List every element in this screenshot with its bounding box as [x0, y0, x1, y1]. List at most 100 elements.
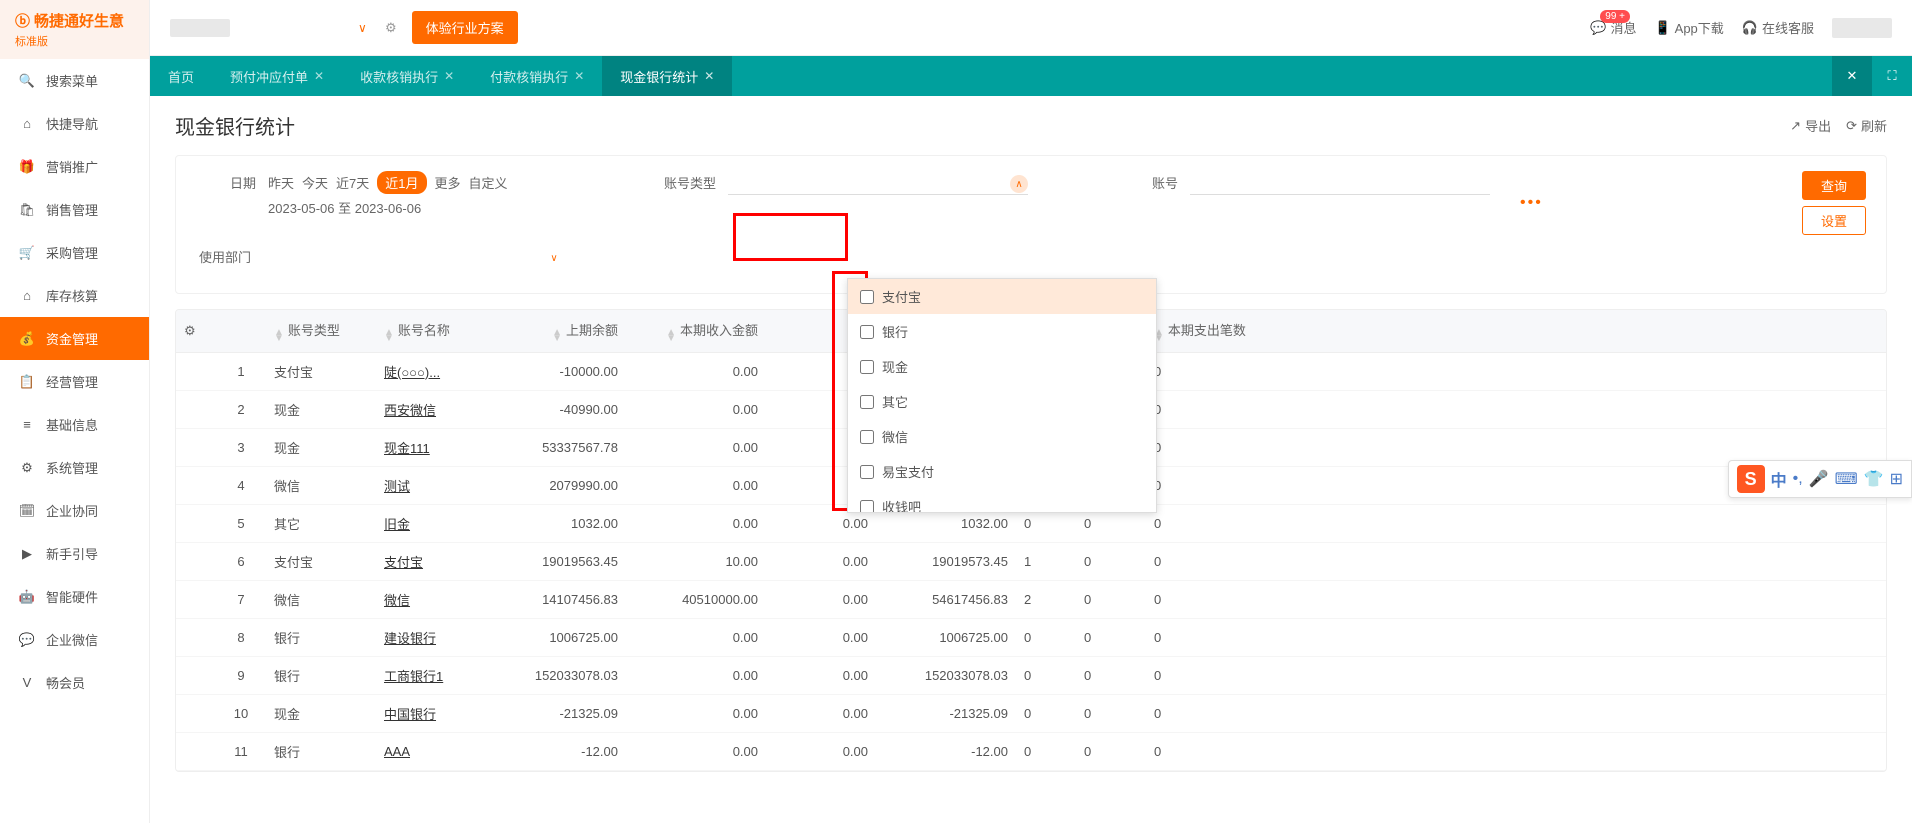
cell-name-link[interactable]: 测试: [376, 467, 496, 505]
tab-2[interactable]: 收款核销执行✕: [342, 56, 472, 96]
close-icon[interactable]: ✕: [704, 69, 714, 83]
tab-1[interactable]: 预付冲应付单✕: [212, 56, 342, 96]
cell-income: 0.00: [626, 353, 766, 391]
dropdown-item-4[interactable]: 微信: [848, 419, 1156, 454]
dropdown-checkbox[interactable]: [860, 500, 874, 514]
cell-name-link[interactable]: 陡(○○○)...: [376, 353, 496, 391]
date-opt-昨天[interactable]: 昨天: [268, 173, 294, 192]
account-input[interactable]: [1190, 171, 1490, 195]
sidebar-item-0[interactable]: 🔍搜索菜单: [0, 59, 149, 102]
cell-name-link[interactable]: 中国银行: [376, 695, 496, 733]
cell-name-link[interactable]: 西安微信: [376, 391, 496, 429]
try-industry-button[interactable]: 体验行业方案: [412, 11, 518, 44]
chevron-down-icon[interactable]: ∨: [545, 249, 563, 267]
sidebar-item-10[interactable]: 🗓企业协同: [0, 489, 149, 532]
cell-name-link[interactable]: AAA: [376, 733, 496, 771]
cell-income: 40510000.00: [626, 581, 766, 619]
col-header-1[interactable]: [216, 310, 266, 353]
sidebar-item-4[interactable]: 🛒采购管理: [0, 231, 149, 274]
close-icon[interactable]: ✕: [444, 69, 454, 83]
date-opt-更多[interactable]: 更多: [435, 173, 461, 192]
sidebar-item-5[interactable]: ⌂库存核算: [0, 274, 149, 317]
nav-label: 智能硬件: [46, 587, 98, 606]
dropdown-checkbox[interactable]: [860, 360, 874, 374]
app-download-link[interactable]: 📱 App下载: [1654, 18, 1723, 37]
sidebar-item-14[interactable]: V畅会员: [0, 661, 149, 704]
chevron-up-icon[interactable]: ∧: [1010, 175, 1028, 193]
setting-button[interactable]: 设置: [1802, 206, 1866, 235]
cell-name-link[interactable]: 支付宝: [376, 543, 496, 581]
dropdown-checkbox[interactable]: [860, 465, 874, 479]
dropdown-checkbox[interactable]: [860, 430, 874, 444]
ime-punct-icon[interactable]: •,: [1793, 470, 1803, 488]
cell-income: 0.00: [626, 429, 766, 467]
close-icon[interactable]: ✕: [574, 69, 584, 83]
more-dots-icon[interactable]: •••: [1520, 194, 1543, 212]
cell-c8: -12.00: [876, 733, 1016, 771]
date-opt-自定义[interactable]: 自定义: [469, 173, 508, 192]
cell-type: 微信: [266, 581, 376, 619]
query-button[interactable]: 查询: [1802, 171, 1866, 200]
dropdown-item-0[interactable]: 支付宝: [848, 279, 1156, 314]
cell-c9: 0: [1016, 619, 1076, 657]
user-avatar[interactable]: [1832, 18, 1892, 38]
cell-name-link[interactable]: 工商银行1: [376, 657, 496, 695]
tab-expand-button[interactable]: ⛶: [1872, 56, 1912, 96]
dropdown-checkbox[interactable]: [860, 395, 874, 409]
sidebar-item-3[interactable]: 🛍销售管理: [0, 188, 149, 231]
dropdown-item-6[interactable]: 收钱吧: [848, 489, 1156, 513]
dropdown-checkbox[interactable]: [860, 325, 874, 339]
tab-close-all-button[interactable]: ✕: [1832, 56, 1872, 96]
online-service-link[interactable]: 🎧 在线客服: [1742, 18, 1814, 37]
dropdown-item-1[interactable]: 银行: [848, 314, 1156, 349]
dropdown-checkbox[interactable]: [860, 290, 874, 304]
ime-mic-icon[interactable]: 🎤: [1809, 469, 1829, 489]
dept-input[interactable]: [263, 245, 563, 268]
col-header-5[interactable]: ▲▼本期收入金额: [626, 310, 766, 353]
date-opt-近7天[interactable]: 近7天: [336, 173, 369, 192]
dropdown-item-3[interactable]: 其它: [848, 384, 1156, 419]
sidebar-item-11[interactable]: ▶新手引导: [0, 532, 149, 575]
export-button[interactable]: ↗导出: [1790, 116, 1831, 135]
account-type-input[interactable]: [728, 171, 1028, 195]
messages-link[interactable]: 💬 99 + 消息: [1590, 18, 1636, 37]
col-header-0[interactable]: ⚙: [176, 310, 216, 353]
close-icon[interactable]: ✕: [314, 69, 324, 83]
sidebar-item-1[interactable]: ⌂快捷导航: [0, 102, 149, 145]
sidebar-item-9[interactable]: ⚙系统管理: [0, 446, 149, 489]
sidebar-item-13[interactable]: 💬企业微信: [0, 618, 149, 661]
col-header-4[interactable]: ▲▼上期余额: [496, 310, 626, 353]
dropdown-item-5[interactable]: 易宝支付: [848, 454, 1156, 489]
refresh-button[interactable]: ⟳刷新: [1846, 116, 1887, 135]
date-opt-近1月[interactable]: 近1月: [377, 171, 426, 194]
col-header-10[interactable]: ▲▼本期支出笔数: [1146, 310, 1886, 353]
ime-logo-icon[interactable]: S: [1737, 465, 1765, 493]
col-header-3[interactable]: ▲▼账号名称: [376, 310, 496, 353]
ime-toolbox-icon[interactable]: ⊞: [1890, 469, 1903, 489]
sidebar-item-7[interactable]: 📋经营管理: [0, 360, 149, 403]
gear-icon[interactable]: ⚙: [184, 323, 196, 338]
dropdown-item-2[interactable]: 现金: [848, 349, 1156, 384]
cell-name-link[interactable]: 建设银行: [376, 619, 496, 657]
cell-name-link[interactable]: 微信: [376, 581, 496, 619]
gear-icon[interactable]: ⚙: [385, 20, 397, 36]
col-header-2[interactable]: ▲▼账号类型: [266, 310, 376, 353]
cell-prev: -40990.00: [496, 391, 626, 429]
ime-lang-toggle[interactable]: 中: [1771, 467, 1787, 491]
date-opt-今天[interactable]: 今天: [302, 173, 328, 192]
tab-3[interactable]: 付款核销执行✕: [472, 56, 602, 96]
sidebar-item-2[interactable]: 🎁营销推广: [0, 145, 149, 188]
tab-0[interactable]: 首页: [150, 56, 212, 96]
cell-name-link[interactable]: 现金111: [376, 429, 496, 467]
org-selector[interactable]: ∨: [170, 19, 370, 37]
nav-label: 系统管理: [46, 458, 98, 477]
sidebar-item-8[interactable]: ≡基础信息: [0, 403, 149, 446]
ime-skin-icon[interactable]: 👕: [1864, 469, 1884, 489]
ime-keyboard-icon[interactable]: ⌨: [1835, 469, 1858, 489]
tab-4[interactable]: 现金银行统计✕: [602, 56, 732, 96]
filter-panel: 日期 昨天今天近7天近1月更多自定义 2023-05-06 至 2023-06-…: [175, 155, 1887, 294]
sidebar-item-12[interactable]: 🤖智能硬件: [0, 575, 149, 618]
cell-name-link[interactable]: 旧金: [376, 505, 496, 543]
nav-icon: 🔍: [18, 72, 36, 90]
sidebar-item-6[interactable]: 💰资金管理: [0, 317, 149, 360]
